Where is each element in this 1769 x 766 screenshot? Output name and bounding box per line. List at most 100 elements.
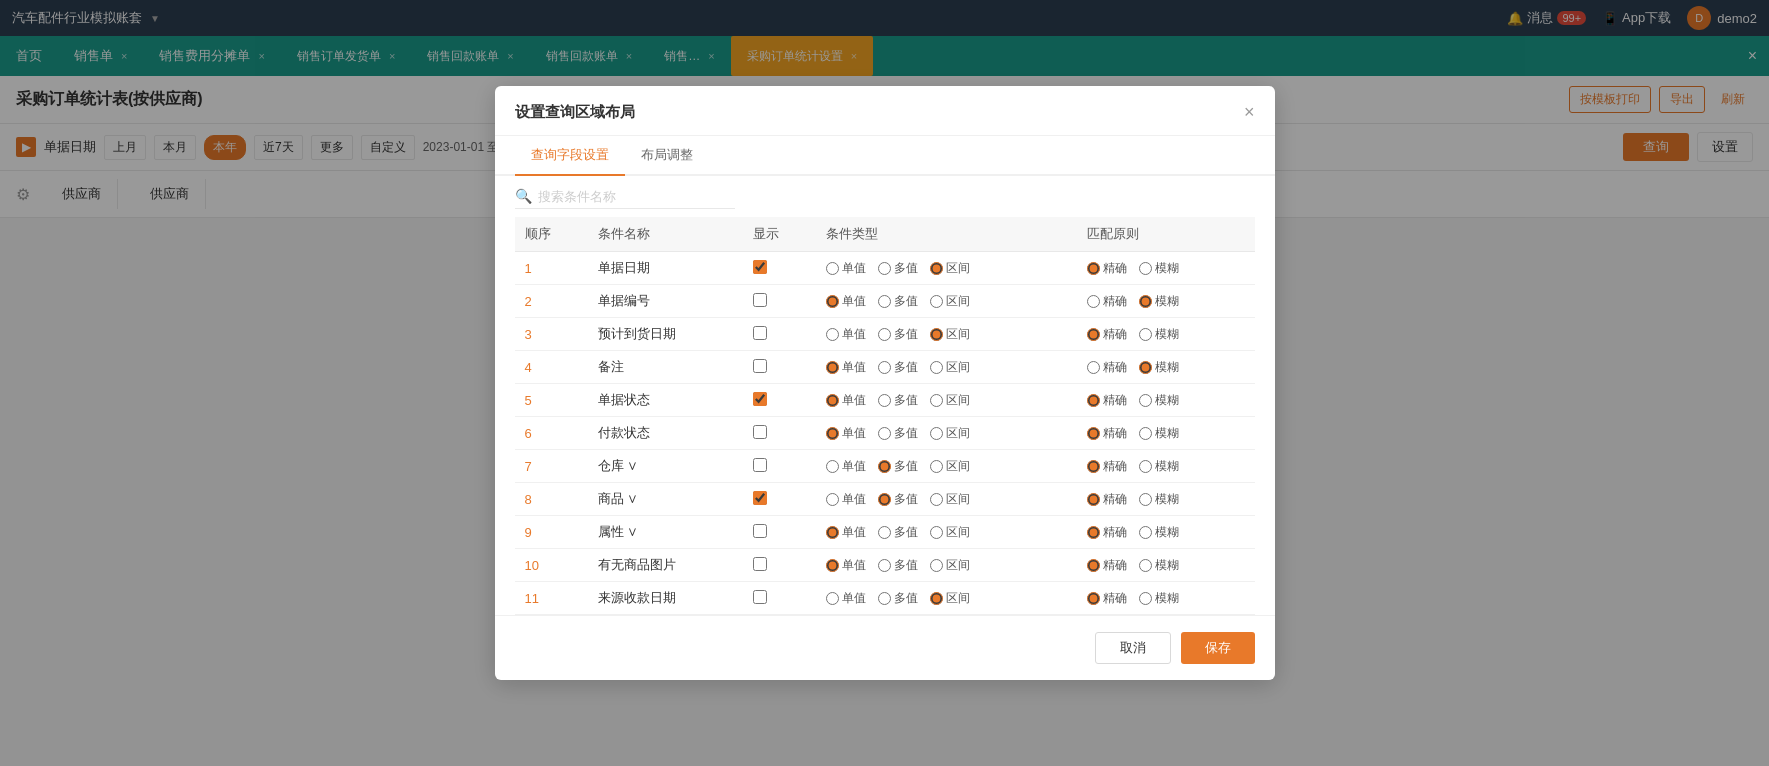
row-type-cell[interactable]: 单值多值区间: [816, 252, 1076, 285]
match-radio-模糊[interactable]: [1139, 295, 1152, 308]
type-option-单值[interactable]: 单值: [826, 260, 866, 277]
match-radio-模糊[interactable]: [1139, 394, 1152, 407]
match-option-模糊[interactable]: 模糊: [1139, 590, 1179, 607]
type-radio-单值[interactable]: [826, 328, 839, 341]
row-type-cell[interactable]: 单值多值区间: [816, 516, 1076, 549]
tab-layout-adjust[interactable]: 布局调整: [625, 136, 709, 176]
row-type-cell[interactable]: 单值多值区间: [816, 483, 1076, 516]
type-radio-单值[interactable]: [826, 394, 839, 407]
row-match-cell[interactable]: 精确模糊: [1077, 351, 1255, 384]
type-radio-单值[interactable]: [826, 427, 839, 440]
type-radio-区间[interactable]: [930, 493, 943, 506]
type-option-区间[interactable]: 区间: [930, 392, 970, 409]
row-display-cell[interactable]: [743, 252, 816, 285]
match-option-精确[interactable]: 精确: [1087, 359, 1127, 376]
row-match-cell[interactable]: 精确模糊: [1077, 384, 1255, 417]
type-option-单值[interactable]: 单值: [826, 491, 866, 508]
row-match-cell[interactable]: 精确模糊: [1077, 252, 1255, 285]
type-option-区间[interactable]: 区间: [930, 293, 970, 310]
match-radio-精确[interactable]: [1087, 394, 1100, 407]
row-type-cell[interactable]: 单值多值区间: [816, 384, 1076, 417]
type-option-区间[interactable]: 区间: [930, 260, 970, 277]
match-option-模糊[interactable]: 模糊: [1139, 260, 1179, 277]
search-input[interactable]: [538, 189, 718, 204]
display-checkbox[interactable]: [753, 524, 767, 538]
type-radio-区间[interactable]: [930, 394, 943, 407]
match-option-精确[interactable]: 精确: [1087, 590, 1127, 607]
type-radio-多值[interactable]: [878, 559, 891, 572]
match-radio-精确[interactable]: [1087, 592, 1100, 605]
row-type-cell[interactable]: 单值多值区间: [816, 582, 1076, 615]
row-match-cell[interactable]: 精确模糊: [1077, 483, 1255, 516]
row-display-cell[interactable]: [743, 450, 816, 483]
match-radio-模糊[interactable]: [1139, 559, 1152, 572]
match-option-精确[interactable]: 精确: [1087, 392, 1127, 409]
row-match-cell[interactable]: 精确模糊: [1077, 285, 1255, 318]
type-option-单值[interactable]: 单值: [826, 557, 866, 574]
match-option-模糊[interactable]: 模糊: [1139, 359, 1179, 376]
match-option-精确[interactable]: 精确: [1087, 491, 1127, 508]
type-option-多值[interactable]: 多值: [878, 326, 918, 343]
type-radio-区间[interactable]: [930, 361, 943, 374]
match-option-精确[interactable]: 精确: [1087, 557, 1127, 574]
display-checkbox[interactable]: [753, 392, 767, 406]
row-match-cell[interactable]: 精确模糊: [1077, 516, 1255, 549]
match-radio-精确[interactable]: [1087, 361, 1100, 374]
type-radio-多值[interactable]: [878, 361, 891, 374]
display-checkbox[interactable]: [753, 557, 767, 571]
row-display-cell[interactable]: [743, 318, 816, 351]
row-display-cell[interactable]: [743, 516, 816, 549]
type-radio-区间[interactable]: [930, 427, 943, 440]
cancel-button[interactable]: 取消: [1095, 632, 1171, 664]
type-option-多值[interactable]: 多值: [878, 590, 918, 607]
type-radio-多值[interactable]: [878, 592, 891, 605]
match-option-精确[interactable]: 精确: [1087, 293, 1127, 310]
match-radio-精确[interactable]: [1087, 526, 1100, 539]
match-radio-模糊[interactable]: [1139, 493, 1152, 506]
type-option-多值[interactable]: 多值: [878, 359, 918, 376]
type-option-单值[interactable]: 单值: [826, 458, 866, 475]
type-radio-单值[interactable]: [826, 361, 839, 374]
row-type-cell[interactable]: 单值多值区间: [816, 351, 1076, 384]
display-checkbox[interactable]: [753, 590, 767, 604]
row-match-cell[interactable]: 精确模糊: [1077, 417, 1255, 450]
match-radio-精确[interactable]: [1087, 559, 1100, 572]
match-radio-精确[interactable]: [1087, 460, 1100, 473]
match-option-模糊[interactable]: 模糊: [1139, 293, 1179, 310]
type-radio-多值[interactable]: [878, 427, 891, 440]
type-option-多值[interactable]: 多值: [878, 260, 918, 277]
match-radio-精确[interactable]: [1087, 427, 1100, 440]
type-radio-多值[interactable]: [878, 295, 891, 308]
row-match-cell[interactable]: 精确模糊: [1077, 318, 1255, 351]
match-radio-精确[interactable]: [1087, 295, 1100, 308]
display-checkbox[interactable]: [753, 491, 767, 505]
type-option-单值[interactable]: 单值: [826, 293, 866, 310]
display-checkbox[interactable]: [753, 293, 767, 307]
type-radio-区间[interactable]: [930, 526, 943, 539]
row-display-cell[interactable]: [743, 582, 816, 615]
display-checkbox[interactable]: [753, 425, 767, 439]
row-display-cell[interactable]: [743, 417, 816, 450]
type-option-区间[interactable]: 区间: [930, 458, 970, 475]
type-radio-单值[interactable]: [826, 460, 839, 473]
row-display-cell[interactable]: [743, 285, 816, 318]
match-option-模糊[interactable]: 模糊: [1139, 524, 1179, 541]
row-type-cell[interactable]: 单值多值区间: [816, 450, 1076, 483]
type-option-区间[interactable]: 区间: [930, 326, 970, 343]
match-option-精确[interactable]: 精确: [1087, 524, 1127, 541]
match-option-模糊[interactable]: 模糊: [1139, 392, 1179, 409]
type-radio-多值[interactable]: [878, 262, 891, 275]
type-option-多值[interactable]: 多值: [878, 293, 918, 310]
match-radio-模糊[interactable]: [1139, 460, 1152, 473]
row-match-cell[interactable]: 精确模糊: [1077, 549, 1255, 582]
row-type-cell[interactable]: 单值多值区间: [816, 417, 1076, 450]
type-option-多值[interactable]: 多值: [878, 425, 918, 442]
save-button[interactable]: 保存: [1181, 632, 1255, 664]
type-radio-单值[interactable]: [826, 295, 839, 308]
type-radio-区间[interactable]: [930, 460, 943, 473]
match-option-精确[interactable]: 精确: [1087, 458, 1127, 475]
row-display-cell[interactable]: [743, 549, 816, 582]
type-option-单值[interactable]: 单值: [826, 326, 866, 343]
display-checkbox[interactable]: [753, 326, 767, 340]
match-option-精确[interactable]: 精确: [1087, 326, 1127, 343]
